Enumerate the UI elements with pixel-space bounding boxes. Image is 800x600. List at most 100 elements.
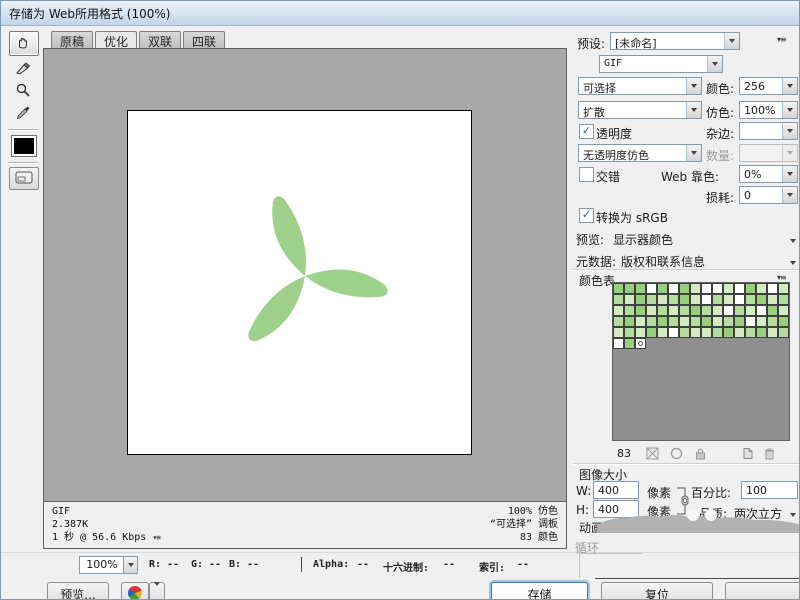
metadata-value[interactable]: 版权和联系信息 bbox=[621, 253, 705, 270]
color-swatch[interactable] bbox=[723, 327, 734, 338]
transparency-checkbox[interactable]: ✓ bbox=[579, 124, 594, 139]
new-color-icon[interactable] bbox=[741, 447, 755, 461]
transparency-dither-select[interactable]: 无透明度仿色 bbox=[578, 144, 702, 162]
lock-color-icon[interactable] bbox=[694, 447, 708, 461]
color-swatch[interactable] bbox=[734, 294, 745, 305]
width-field[interactable]: 400 bbox=[593, 481, 639, 499]
color-swatch[interactable] bbox=[613, 327, 624, 338]
color-swatch[interactable] bbox=[635, 327, 646, 338]
color-swatch[interactable] bbox=[767, 294, 778, 305]
color-swatch[interactable] bbox=[701, 283, 712, 294]
color-swatch[interactable] bbox=[668, 283, 679, 294]
web-shift-icon[interactable] bbox=[670, 447, 684, 461]
color-swatch[interactable] bbox=[723, 305, 734, 316]
slice-select-tool[interactable] bbox=[12, 59, 34, 79]
dither-method-select[interactable]: 扩散 bbox=[578, 101, 702, 119]
color-swatch[interactable] bbox=[646, 294, 657, 305]
optimized-image[interactable] bbox=[127, 110, 472, 455]
color-swatch[interactable] bbox=[745, 283, 756, 294]
color-swatch[interactable] bbox=[646, 305, 657, 316]
color-swatch[interactable] bbox=[668, 327, 679, 338]
color-swatch[interactable] bbox=[657, 294, 668, 305]
color-swatch[interactable] bbox=[668, 305, 679, 316]
color-swatch[interactable] bbox=[613, 338, 624, 349]
color-swatch[interactable] bbox=[657, 283, 668, 294]
monitor-preview-value[interactable]: 显示器颜色 bbox=[613, 231, 673, 248]
color-swatch[interactable] bbox=[624, 294, 635, 305]
websnap-select[interactable]: 0% bbox=[739, 165, 798, 183]
srgb-checkbox[interactable]: ✓ bbox=[579, 208, 594, 223]
percent-field[interactable]: 100 bbox=[741, 481, 798, 499]
color-swatch[interactable] bbox=[635, 283, 646, 294]
color-swatch[interactable] bbox=[701, 316, 712, 327]
color-swatch[interactable] bbox=[657, 305, 668, 316]
color-swatch[interactable] bbox=[712, 283, 723, 294]
preset-select[interactable]: [未命名] bbox=[610, 32, 740, 50]
quality-value[interactable]: 两次立方 bbox=[734, 505, 782, 522]
color-swatch[interactable] bbox=[712, 305, 723, 316]
color-swatch[interactable] bbox=[734, 327, 745, 338]
color-swatch[interactable] bbox=[767, 305, 778, 316]
color-swatch[interactable] bbox=[679, 327, 690, 338]
tab-original[interactable]: 原稿 bbox=[51, 31, 93, 48]
eyedropper-color-swatch[interactable] bbox=[11, 135, 37, 157]
tab-4up[interactable]: 四联 bbox=[183, 31, 225, 48]
color-swatch[interactable] bbox=[679, 305, 690, 316]
preset-panel-menu-icon[interactable]: ▾≡ bbox=[777, 35, 786, 44]
quality-dropdown-icon[interactable] bbox=[790, 513, 796, 520]
color-swatch[interactable] bbox=[635, 316, 646, 327]
color-swatch[interactable] bbox=[690, 294, 701, 305]
color-swatch[interactable] bbox=[657, 316, 668, 327]
browser-select-button[interactable] bbox=[121, 582, 149, 600]
dither-amount-select[interactable]: 100% bbox=[739, 101, 798, 119]
color-swatch[interactable] bbox=[646, 327, 657, 338]
color-swatch[interactable] bbox=[613, 283, 624, 294]
color-swatch[interactable] bbox=[734, 283, 745, 294]
color-swatch[interactable] bbox=[778, 327, 789, 338]
color-swatch[interactable] bbox=[778, 305, 789, 316]
color-swatch[interactable] bbox=[723, 283, 734, 294]
color-swatch[interactable] bbox=[624, 316, 635, 327]
color-swatch[interactable] bbox=[712, 294, 723, 305]
color-swatch[interactable] bbox=[690, 327, 701, 338]
color-swatch[interactable] bbox=[624, 283, 635, 294]
title-bar[interactable]: 存储为 Web所用格式 (100%) bbox=[1, 1, 799, 26]
preview-in-browser-button[interactable]: 预览... bbox=[47, 582, 109, 600]
color-swatch[interactable] bbox=[745, 327, 756, 338]
color-swatch[interactable] bbox=[756, 316, 767, 327]
color-swatch[interactable] bbox=[646, 316, 657, 327]
map-transparency-icon[interactable] bbox=[646, 447, 660, 461]
color-swatch[interactable] bbox=[690, 283, 701, 294]
color-swatch[interactable] bbox=[701, 294, 712, 305]
color-swatch[interactable] bbox=[701, 305, 712, 316]
color-swatch[interactable] bbox=[701, 327, 712, 338]
color-swatch[interactable] bbox=[668, 316, 679, 327]
color-swatch[interactable] bbox=[756, 294, 767, 305]
save-button[interactable]: 存储 bbox=[491, 582, 588, 600]
zoom-level-dropdown-button[interactable] bbox=[123, 556, 138, 574]
color-swatch[interactable] bbox=[679, 294, 690, 305]
color-swatch[interactable] bbox=[723, 316, 734, 327]
color-swatch[interactable] bbox=[756, 305, 767, 316]
color-swatch[interactable] bbox=[613, 316, 624, 327]
download-speed-menu-icon[interactable]: ▾≡ bbox=[152, 531, 160, 544]
partial-button[interactable] bbox=[725, 582, 800, 600]
color-swatch[interactable] bbox=[646, 283, 657, 294]
eyedropper-tool[interactable] bbox=[12, 104, 34, 124]
color-swatch[interactable] bbox=[745, 316, 756, 327]
color-swatch[interactable] bbox=[635, 338, 646, 349]
metadata-dropdown-icon[interactable] bbox=[790, 261, 796, 268]
browser-dropdown-button[interactable] bbox=[149, 582, 165, 600]
color-swatch[interactable] bbox=[668, 294, 679, 305]
color-swatch[interactable] bbox=[778, 316, 789, 327]
color-swatch[interactable] bbox=[756, 283, 767, 294]
color-swatch[interactable] bbox=[635, 294, 646, 305]
color-swatch[interactable] bbox=[767, 316, 778, 327]
color-swatch[interactable] bbox=[657, 327, 668, 338]
color-reduction-select[interactable]: 可选择 bbox=[578, 77, 702, 95]
tab-optimized[interactable]: 优化 bbox=[95, 31, 137, 48]
color-swatch[interactable] bbox=[734, 316, 745, 327]
interlaced-checkbox[interactable]: ✓ bbox=[579, 167, 594, 182]
color-swatch[interactable] bbox=[690, 316, 701, 327]
toggle-slices-button[interactable] bbox=[9, 167, 39, 190]
